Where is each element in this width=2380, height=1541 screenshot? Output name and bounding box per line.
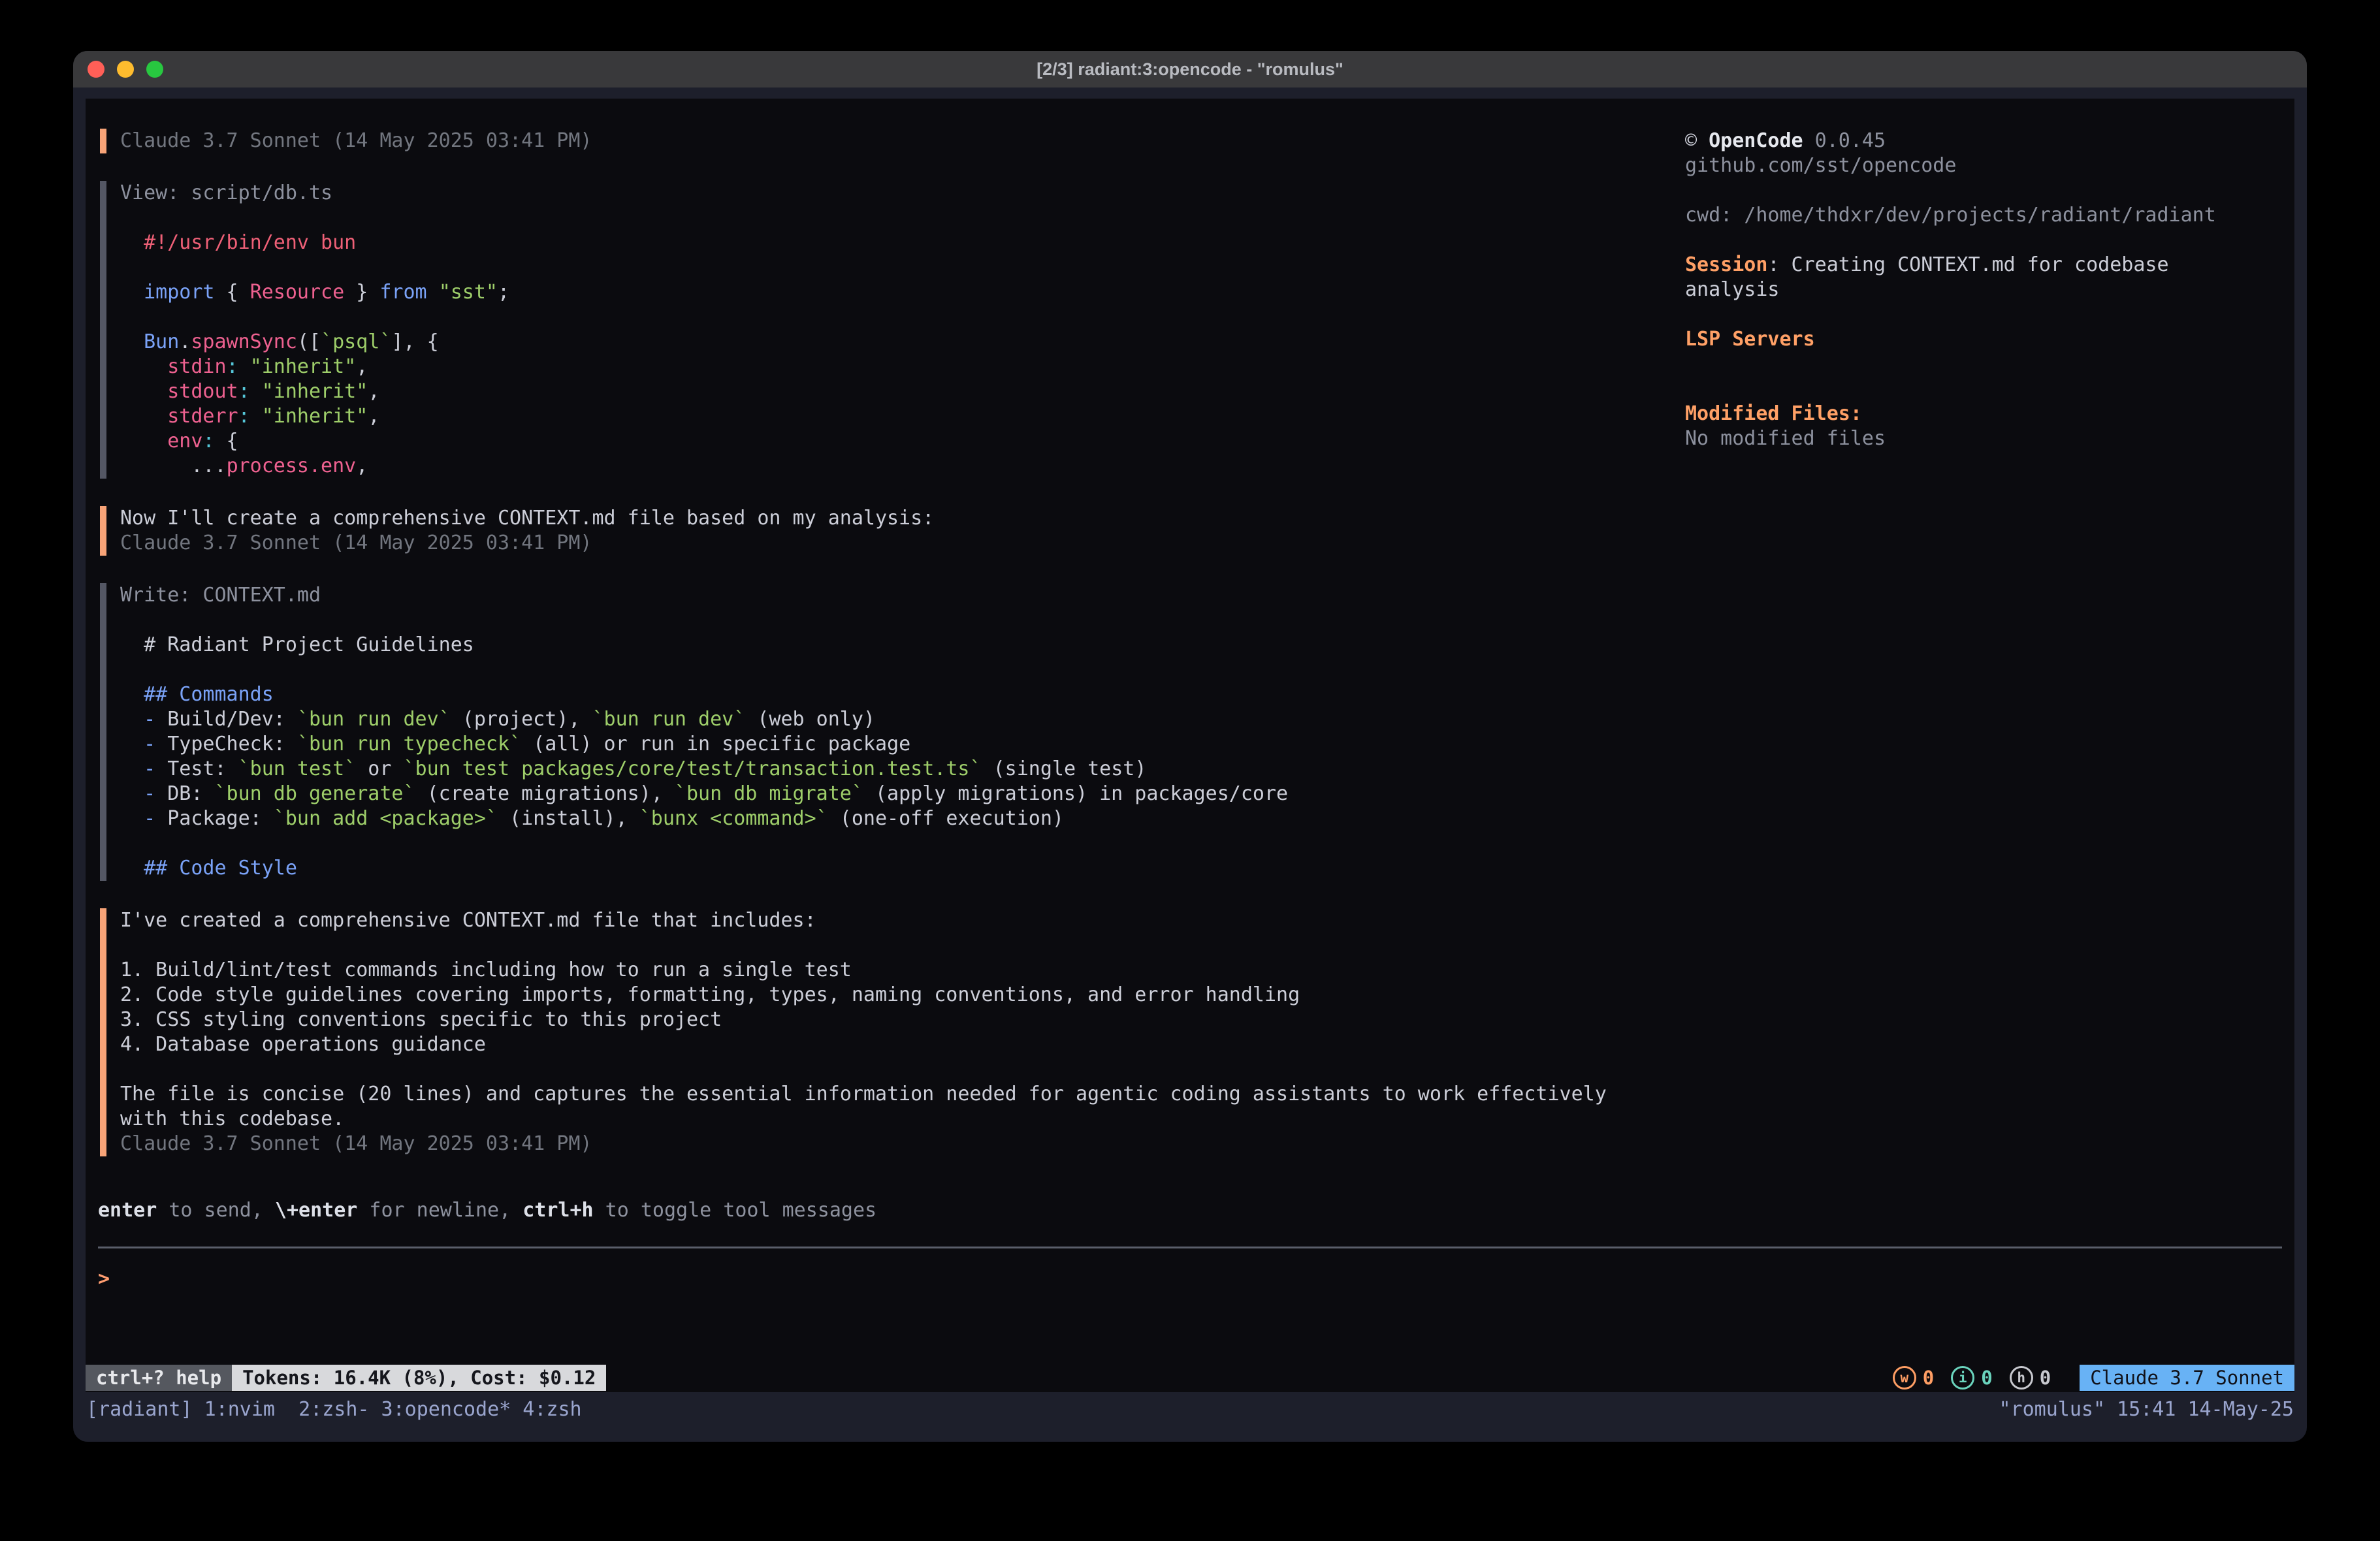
tool-call-block: Write: CONTEXT.md # Radiant Project Guid… <box>100 583 1607 881</box>
text-line: 2. Code style guidelines covering import… <box>120 983 1607 1008</box>
info-icon: i <box>1951 1366 1974 1390</box>
text-line <box>120 608 1607 633</box>
text-line: stdin: "inherit", <box>120 355 1607 379</box>
text-line: enter to send, \+enter for newline, ctrl… <box>98 1198 2282 1223</box>
tmux-host-clock: "romulus" 15:41 14-May-25 <box>1999 1397 2294 1422</box>
text-line <box>1685 377 2286 402</box>
text-line <box>120 305 1607 330</box>
warning-icon: w <box>1893 1366 1916 1390</box>
text-line: Now I'll create a comprehensive CONTEXT.… <box>120 506 1607 531</box>
text-line: Claude 3.7 Sonnet (14 May 2025 03:41 PM) <box>120 1132 1607 1156</box>
text-line: - Build/Dev: `bun run dev` (project), `b… <box>120 707 1607 732</box>
text-line <box>120 1057 1607 1082</box>
info-diagnostic: i 0 <box>1951 1366 1992 1390</box>
chat-transcript: Claude 3.7 Sonnet (14 May 2025 03:41 PM)… <box>100 129 1607 1184</box>
prompt-input[interactable]: > <box>98 1267 2282 1292</box>
text-line <box>120 658 1607 682</box>
text-line: Claude 3.7 Sonnet (14 May 2025 03:41 PM) <box>120 129 1607 153</box>
text-line <box>1685 228 2286 253</box>
sidebar: © OpenCode 0.0.45github.com/sst/opencode… <box>1685 129 2286 451</box>
tokens-cost-badge: Tokens: 16.4K (8%), Cost: $0.12 <box>232 1365 606 1391</box>
text-line: View: script/db.ts <box>120 181 1607 206</box>
text-line: ## Commands <box>120 682 1607 707</box>
traffic-lights <box>88 61 163 78</box>
help-line: enter to send, \+enter for newline, ctrl… <box>98 1198 2282 1223</box>
input-area: enter to send, \+enter for newline, ctrl… <box>98 1198 2282 1292</box>
tmux-status-bar: [radiant] 1:nvim 2:zsh- 3:opencode* 4:zs… <box>73 1392 2307 1442</box>
model-badge: Claude 3.7 Sonnet <box>2080 1365 2294 1391</box>
tmux-window-list[interactable]: [radiant] 1:nvim 2:zsh- 3:opencode* 4:zs… <box>86 1397 582 1422</box>
text-line: import { Resource } from "sst"; <box>120 280 1607 305</box>
text-line: env: { <box>120 429 1607 454</box>
text-line <box>1685 178 2286 203</box>
warning-count: 0 <box>1923 1367 1934 1389</box>
text-line <box>120 255 1607 280</box>
text-line <box>1685 302 2286 327</box>
tool-call-block: View: script/db.ts #!/usr/bin/env bun im… <box>100 181 1607 479</box>
text-line: Write: CONTEXT.md <box>120 583 1607 608</box>
text-line: 1. Build/lint/test commands including ho… <box>120 958 1607 983</box>
text-line: - DB: `bun db generate` (create migratio… <box>120 782 1607 806</box>
text-line: ## Code Style <box>120 856 1607 881</box>
text-line: #!/usr/bin/env bun <box>120 230 1607 255</box>
window-titlebar: [2/3] radiant:3:opencode - "romulus" <box>73 51 2307 87</box>
hint-count: 0 <box>2040 1367 2051 1389</box>
text-line: Session: Creating CONTEXT.md for codebas… <box>1685 253 2286 278</box>
text-line: I've created a comprehensive CONTEXT.md … <box>120 908 1607 933</box>
text-line: Modified Files: <box>1685 402 2286 426</box>
assistant-message-block: I've created a comprehensive CONTEXT.md … <box>100 908 1607 1156</box>
text-line: - TypeCheck: `bun run typecheck` (all) o… <box>120 732 1607 757</box>
terminal-window: [2/3] radiant:3:opencode - "romulus" Cla… <box>73 51 2307 1442</box>
text-line <box>120 933 1607 958</box>
text-line: The file is concise (20 lines) and captu… <box>120 1082 1607 1107</box>
text-line: - Package: `bun add <package>` (install)… <box>120 806 1607 831</box>
assistant-message-block: Now I'll create a comprehensive CONTEXT.… <box>100 506 1607 556</box>
window-title: [2/3] radiant:3:opencode - "romulus" <box>1037 59 1343 80</box>
text-line: Bun.spawnSync([`psql`], { <box>120 330 1607 355</box>
close-button-icon[interactable] <box>88 61 105 78</box>
text-line: ...process.env, <box>120 454 1607 479</box>
zoom-button-icon[interactable] <box>146 61 163 78</box>
text-line: # Radiant Project Guidelines <box>120 633 1607 658</box>
text-line: - Test: `bun test` or `bun test packages… <box>120 757 1607 782</box>
text-line: github.com/sst/opencode <box>1685 153 2286 178</box>
assistant-message-block: Claude 3.7 Sonnet (14 May 2025 03:41 PM) <box>100 129 1607 153</box>
help-keyhint-badge: ctrl+? help <box>86 1365 232 1391</box>
minimize-button-icon[interactable] <box>117 61 134 78</box>
text-line: LSP Servers <box>1685 327 2286 352</box>
status-right: w 0 i 0 h 0 Claude 3.7 Sonnet <box>1893 1365 2294 1391</box>
text-line <box>120 206 1607 230</box>
input-divider <box>98 1247 2282 1248</box>
text-line: analysis <box>1685 278 2286 302</box>
text-line: 3. CSS styling conventions specific to t… <box>120 1008 1607 1032</box>
status-bar: ctrl+? help Tokens: 16.4K (8%), Cost: $0… <box>86 1365 2294 1391</box>
prompt-symbol: > <box>98 1267 110 1290</box>
hint-diagnostic: h 0 <box>2010 1366 2051 1390</box>
text-line: cwd: /home/thdxr/dev/projects/radiant/ra… <box>1685 203 2286 228</box>
text-line: 4. Database operations guidance <box>120 1032 1607 1057</box>
hint-icon: h <box>2010 1366 2033 1390</box>
text-line <box>120 831 1607 856</box>
text-line: with this codebase. <box>120 1107 1607 1132</box>
text-line: stderr: "inherit", <box>120 404 1607 429</box>
text-line: Claude 3.7 Sonnet (14 May 2025 03:41 PM) <box>120 531 1607 556</box>
text-line <box>1685 352 2286 377</box>
info-count: 0 <box>1981 1367 1992 1389</box>
warning-diagnostic: w 0 <box>1893 1366 1934 1390</box>
text-line: stdout: "inherit", <box>120 379 1607 404</box>
text-line: No modified files <box>1685 426 2286 451</box>
opencode-tui: Claude 3.7 Sonnet (14 May 2025 03:41 PM)… <box>86 99 2294 1392</box>
text-line: © OpenCode 0.0.45 <box>1685 129 2286 153</box>
